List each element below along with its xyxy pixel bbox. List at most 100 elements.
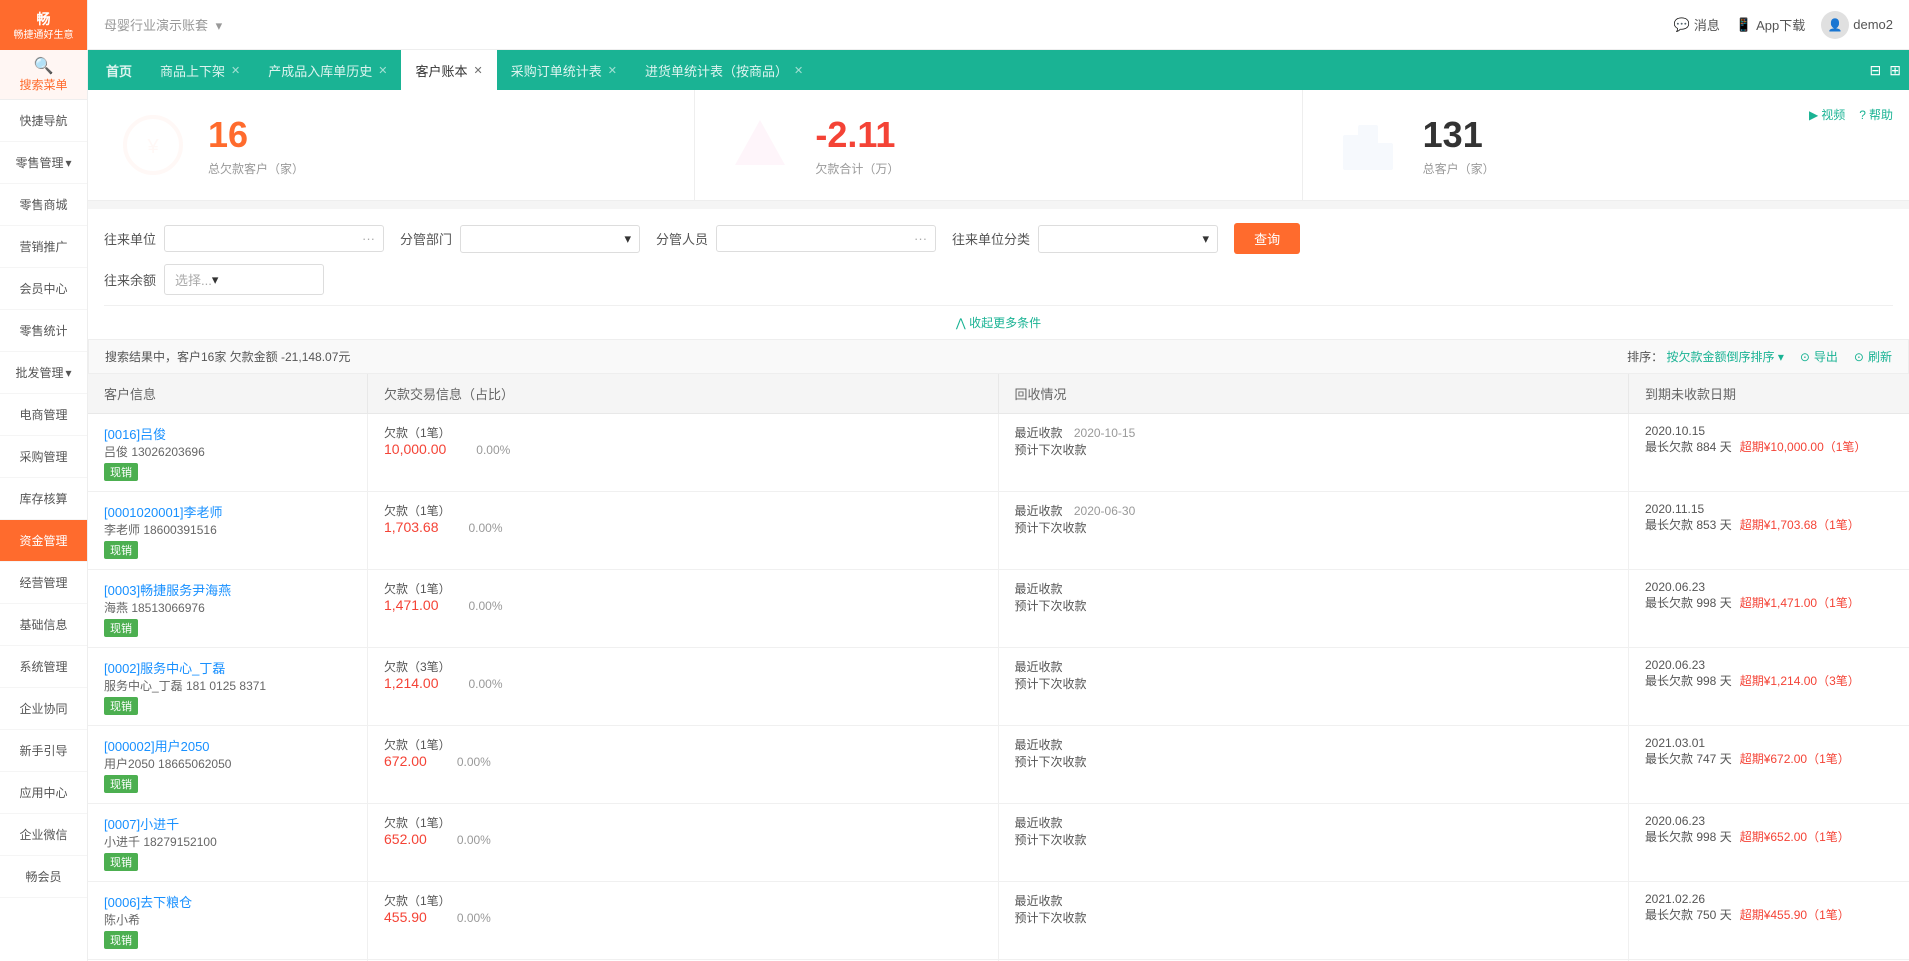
td-customer-5: [0007]小进千 小进千 18279152100 现销 [88, 804, 368, 881]
td-customer-1: [0001020001]李老师 李老师 18600391516 现销 [88, 492, 368, 569]
stats-bar: ¥ 16 总欠款客户（家） [88, 90, 1909, 201]
sidebar-item-beginner[interactable]: 新手引导 [0, 730, 87, 772]
sidebar-item-basic-info[interactable]: 基础信息 [0, 604, 87, 646]
debt-ratio-1: 0.00% [469, 521, 503, 535]
tab-customer-account[interactable]: 客户账本 ✕ [401, 50, 496, 90]
overdue-link-2[interactable]: 超期¥1,471.00（1笔） [1740, 594, 1860, 611]
tab-home[interactable]: 首页 [92, 50, 146, 90]
stat-number-1: 16 [208, 114, 664, 156]
close-tab-product-instock[interactable]: ✕ [378, 64, 387, 77]
tab-purchase-order[interactable]: 采购订单统计表 ✕ [497, 50, 631, 90]
minimize-windows-icon[interactable]: ⊟ [1870, 62, 1882, 79]
sidebar-item-system[interactable]: 系统管理 [0, 646, 87, 688]
stat-number-2: -2.11 [815, 114, 1271, 156]
sort-select[interactable]: 按欠款金额倒序排序 ▾ [1666, 350, 1783, 364]
customer-tag-1: 现销 [104, 541, 138, 559]
sidebar-item-member[interactable]: 会员中心 [0, 268, 87, 310]
debt-ratio-0: 0.00% [476, 443, 510, 457]
balance-select[interactable]: 选择... ▾ [164, 264, 324, 295]
tab-product-offshelf[interactable]: 商品上下架 ✕ [146, 50, 254, 90]
overdue-link-5[interactable]: 超期¥652.00（1笔） [1740, 828, 1850, 845]
refresh-btn[interactable]: ⊙ 刷新 [1854, 348, 1892, 365]
debt-ratio-3: 0.00% [469, 677, 503, 691]
sidebar-item-enterprise-coop[interactable]: 企业协同 [0, 688, 87, 730]
unit-category-select[interactable]: ▾ [1038, 225, 1218, 253]
sidebar-item-app-center[interactable]: 应用中心 [0, 772, 87, 814]
table-row: [0016]吕俊 吕俊 13026203696 现销 欠款（1笔） 10,000… [88, 414, 1909, 492]
customer-name-link-3[interactable]: [0002]服务中心_丁磊 [104, 661, 225, 676]
td-customer-0: [0016]吕俊 吕俊 13026203696 现销 [88, 414, 368, 491]
debt-amount-4: 672.00 [384, 753, 427, 769]
balance-dropdown-icon: ▾ [212, 272, 219, 288]
unit-category-label: 往来单位分类 [952, 229, 1030, 248]
overdue-link-3[interactable]: 超期¥1,214.00（3笔） [1740, 672, 1860, 689]
customer-phone-3: 服务中心_丁磊 181 0125 8371 [104, 677, 351, 694]
video-help-btn[interactable]: ▶ 视频 [1809, 106, 1845, 123]
customer-name-link-6[interactable]: [0006]去下粮仓 [104, 895, 192, 910]
app-download-btn[interactable]: 📱 App下载 [1736, 15, 1805, 34]
dept-dropdown-icon: ▾ [625, 231, 632, 247]
td-debt-5: 欠款（1笔） 652.00 0.00% [368, 804, 999, 881]
stat-label-1: 总欠款客户（家） [208, 160, 664, 177]
sidebar-item-ecommerce[interactable]: 电商管理 [0, 394, 87, 436]
stat-label-2: 欠款合计（万） [815, 160, 1271, 177]
sidebar-item-purchase[interactable]: 采购管理 [0, 436, 87, 478]
table-row: [0006]去下粮仓 陈小希 现销 欠款（1笔） 455.90 0.00% 最近… [88, 882, 1909, 960]
refresh-icon: ⊙ [1854, 350, 1864, 364]
customer-name-link-4[interactable]: [000002]用户2050 [104, 739, 210, 754]
sidebar-item-capital[interactable]: 资金管理 [0, 520, 87, 562]
dept-select[interactable]: ▾ [460, 225, 640, 253]
overdue-link-1[interactable]: 超期¥1,703.68（1笔） [1740, 516, 1860, 533]
sidebar-item-vip[interactable]: 畅会员 [0, 856, 87, 898]
dropdown-arrow-icon[interactable]: ▾ [216, 18, 223, 33]
td-due-date-3: 2020.06.23 最长欠款 998 天 超期¥1,214.00（3笔） [1629, 648, 1909, 725]
customer-tag-5: 现销 [104, 853, 138, 871]
close-tab-customer-account[interactable]: ✕ [474, 64, 483, 77]
help-btn[interactable]: ? 帮助 [1859, 106, 1893, 123]
tab-instock-stats[interactable]: 进货单统计表（按商品） ✕ [631, 50, 817, 90]
search-button[interactable]: 查询 [1234, 223, 1300, 254]
sidebar-item-inventory[interactable]: 库存核算 [0, 478, 87, 520]
unit-category-dropdown-icon: ▾ [1203, 231, 1210, 247]
close-tab-product-offshelf[interactable]: ✕ [231, 64, 240, 77]
customer-phone-4: 用户2050 18665062050 [104, 755, 351, 772]
customer-name-link-5[interactable]: [0007]小进千 [104, 817, 179, 832]
close-tab-instock-stats[interactable]: ✕ [794, 64, 803, 77]
td-customer-6: [0006]去下粮仓 陈小希 现销 [88, 882, 368, 959]
stat-icon-3 [1333, 110, 1403, 180]
sidebar-item-retail-stats[interactable]: 零售统计 [0, 310, 87, 352]
close-tab-purchase-order[interactable]: ✕ [608, 64, 617, 77]
export-btn[interactable]: ⊙ 导出 [1800, 348, 1838, 365]
debt-amount-3: 1,214.00 [384, 675, 439, 691]
sidebar-item-retail-mgmt[interactable]: 零售管理▾ [0, 142, 87, 184]
customer-name-link-2[interactable]: [0003]畅捷服务尹海燕 [104, 583, 231, 598]
manager-input[interactable]: ··· [716, 225, 936, 252]
sidebar-item-operations[interactable]: 经营管理 [0, 562, 87, 604]
message-btn[interactable]: 💬 消息 [1674, 15, 1720, 34]
search-menu-item[interactable]: 🔍 搜索菜单 [0, 50, 87, 100]
sidebar-item-marketing[interactable]: 营销推广 [0, 226, 87, 268]
td-due-date-2: 2020.06.23 最长欠款 998 天 超期¥1,471.00（1笔） [1629, 570, 1909, 647]
collapse-bar[interactable]: ⋀ 收起更多条件 [104, 305, 1893, 339]
results-summary: 搜索结果中，客户16家 欠款金额 -21,148.07元 [105, 348, 350, 365]
user-avatar[interactable]: 👤 demo2 [1821, 11, 1893, 39]
customer-tag-6: 现销 [104, 931, 138, 949]
td-due-date-1: 2020.11.15 最长欠款 853 天 超期¥1,703.68（1笔） [1629, 492, 1909, 569]
sidebar-item-enterprise-wechat[interactable]: 企业微信 [0, 814, 87, 856]
overdue-link-4[interactable]: 超期¥672.00（1笔） [1740, 750, 1850, 767]
td-collection-6: 最近收款 预计下次收款 [999, 882, 1630, 959]
sidebar-item-batch-mgmt[interactable]: 批发管理▾ [0, 352, 87, 394]
maximize-window-icon[interactable]: ⊞ [1889, 62, 1901, 79]
td-due-date-6: 2021.02.26 最长欠款 750 天 超期¥455.90（1笔） [1629, 882, 1909, 959]
sidebar-item-quick-nav[interactable]: 快捷导航 [0, 100, 87, 142]
tab-product-instock[interactable]: 产成品入库单历史 ✕ [254, 50, 401, 90]
source-unit-input[interactable]: ··· [164, 225, 384, 252]
filter-item-manager: 分管人员 ··· [656, 225, 936, 252]
data-table: 客户信息 欠款交易信息（占比） 回收情况 到期未收款日期 [0016]吕俊 吕俊… [88, 374, 1909, 961]
customer-name-link-1[interactable]: [0001020001]李老师 [104, 505, 223, 520]
sidebar-item-retail-mall[interactable]: 零售商城 [0, 184, 87, 226]
overdue-link-6[interactable]: 超期¥455.90（1笔） [1740, 906, 1850, 923]
overdue-link-0[interactable]: 超期¥10,000.00（1笔） [1740, 438, 1867, 455]
th-collection: 回收情况 [999, 374, 1630, 413]
customer-name-link-0[interactable]: [0016]吕俊 [104, 427, 166, 442]
